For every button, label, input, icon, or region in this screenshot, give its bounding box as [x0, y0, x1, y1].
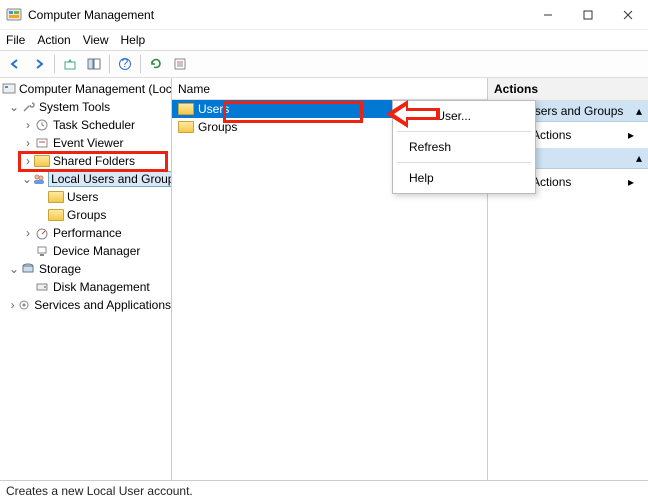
tree-performance[interactable]: › Performance: [0, 224, 171, 242]
tree-groups[interactable]: Groups: [0, 206, 171, 224]
services-icon: [17, 297, 31, 313]
folder-icon: [178, 121, 194, 133]
menu-separator: [397, 162, 531, 163]
tree-label: Performance: [53, 226, 122, 240]
chevron-right-icon[interactable]: ›: [8, 298, 17, 312]
tree-label: Services and Applications: [34, 298, 171, 312]
status-bar: Creates a new Local User account.: [0, 481, 648, 501]
folder-icon: [48, 189, 64, 205]
clock-icon: [34, 117, 50, 133]
chevron-down-icon[interactable]: ⌄: [22, 172, 32, 186]
chevron-right-icon: ▸: [628, 175, 634, 189]
users-icon: [32, 171, 46, 187]
menu-help[interactable]: Help: [121, 33, 146, 47]
tree-pane: Computer Management (Local ⌄ System Tool…: [0, 78, 172, 480]
window-title: Computer Management: [28, 8, 528, 22]
title-bar: Computer Management: [0, 0, 648, 30]
actions-title: Actions: [488, 78, 648, 101]
tree-label: Task Scheduler: [53, 118, 135, 132]
menu-item-refresh[interactable]: Refresh: [395, 135, 533, 159]
list-item-label: Groups: [198, 120, 237, 134]
menu-item-label: Refresh: [409, 140, 451, 154]
list-item-label: Users: [198, 102, 229, 116]
chevron-right-icon[interactable]: ›: [22, 118, 34, 132]
menu-action[interactable]: Action: [37, 33, 70, 47]
menu-separator: [397, 131, 531, 132]
properties-button[interactable]: [169, 53, 191, 75]
menu-item-new-user[interactable]: New User...: [395, 104, 533, 128]
show-hide-tree-button[interactable]: [83, 53, 105, 75]
chevron-right-icon[interactable]: ›: [22, 226, 34, 240]
disk-icon: [34, 279, 50, 295]
menu-item-label: Help: [409, 171, 434, 185]
main-area: Computer Management (Local ⌄ System Tool…: [0, 78, 648, 481]
forward-button[interactable]: [28, 53, 50, 75]
column-header-name[interactable]: Name: [172, 78, 487, 100]
collapse-icon: ▴: [636, 151, 642, 165]
tree-system-tools[interactable]: ⌄ System Tools: [0, 98, 171, 116]
tree-label: Computer Management (Local: [19, 82, 172, 96]
tree-label: Groups: [67, 208, 106, 222]
tree-storage[interactable]: ⌄ Storage: [0, 260, 171, 278]
chevron-down-icon[interactable]: ⌄: [8, 100, 20, 114]
chevron-right-icon[interactable]: ›: [22, 154, 34, 168]
column-label: Name: [178, 82, 210, 96]
performance-icon: [34, 225, 50, 241]
tree-root[interactable]: Computer Management (Local: [0, 80, 171, 98]
tree-disk-management[interactable]: Disk Management: [0, 278, 171, 296]
toolbar: ?: [0, 50, 648, 78]
refresh-button[interactable]: [145, 53, 167, 75]
tree-shared-folders[interactable]: › Shared Folders: [0, 152, 171, 170]
tools-icon: [20, 99, 36, 115]
tree-label: Users: [67, 190, 98, 204]
maximize-button[interactable]: [568, 0, 608, 30]
storage-icon: [20, 261, 36, 277]
event-icon: [34, 135, 50, 151]
list-pane: Name Users Groups New User... Refresh He…: [172, 78, 488, 480]
tree-users[interactable]: Users: [0, 188, 171, 206]
tree-label: System Tools: [39, 100, 110, 114]
menu-item-label: New User...: [409, 109, 471, 123]
menu-file[interactable]: File: [6, 33, 25, 47]
chevron-right-icon[interactable]: ›: [22, 136, 34, 150]
tree-label: Disk Management: [53, 280, 150, 294]
tree-label: Local Users and Groups: [49, 172, 172, 186]
svg-text:?: ?: [122, 57, 129, 70]
menu-view[interactable]: View: [83, 33, 109, 47]
tree-device-manager[interactable]: Device Manager: [0, 242, 171, 260]
tree-event-viewer[interactable]: › Event Viewer: [0, 134, 171, 152]
close-button[interactable]: [608, 0, 648, 30]
device-icon: [34, 243, 50, 259]
chevron-down-icon[interactable]: ⌄: [8, 262, 20, 276]
menu-item-help[interactable]: Help: [395, 166, 533, 190]
folder-icon: [34, 153, 50, 169]
chevron-right-icon: ▸: [628, 128, 634, 142]
status-text: Creates a new Local User account.: [6, 484, 193, 498]
tree-task-scheduler[interactable]: › Task Scheduler: [0, 116, 171, 134]
tree-label: Device Manager: [53, 244, 140, 258]
minimize-button[interactable]: [528, 0, 568, 30]
back-button[interactable]: [4, 53, 26, 75]
menu-bar: File Action View Help: [0, 30, 648, 50]
context-menu: New User... Refresh Help: [392, 100, 536, 194]
app-icon: [6, 7, 22, 23]
tree-label: Shared Folders: [53, 154, 135, 168]
tree-label: Event Viewer: [53, 136, 123, 150]
tree-label: Storage: [39, 262, 81, 276]
mmc-icon: [2, 81, 16, 97]
folder-icon: [48, 207, 64, 223]
up-button[interactable]: [59, 53, 81, 75]
collapse-icon: ▴: [636, 104, 642, 118]
folder-icon: [178, 103, 194, 115]
tree-local-users-and-groups[interactable]: ⌄ Local Users and Groups: [0, 170, 171, 188]
help-button[interactable]: ?: [114, 53, 136, 75]
tree-services-apps[interactable]: › Services and Applications: [0, 296, 171, 314]
